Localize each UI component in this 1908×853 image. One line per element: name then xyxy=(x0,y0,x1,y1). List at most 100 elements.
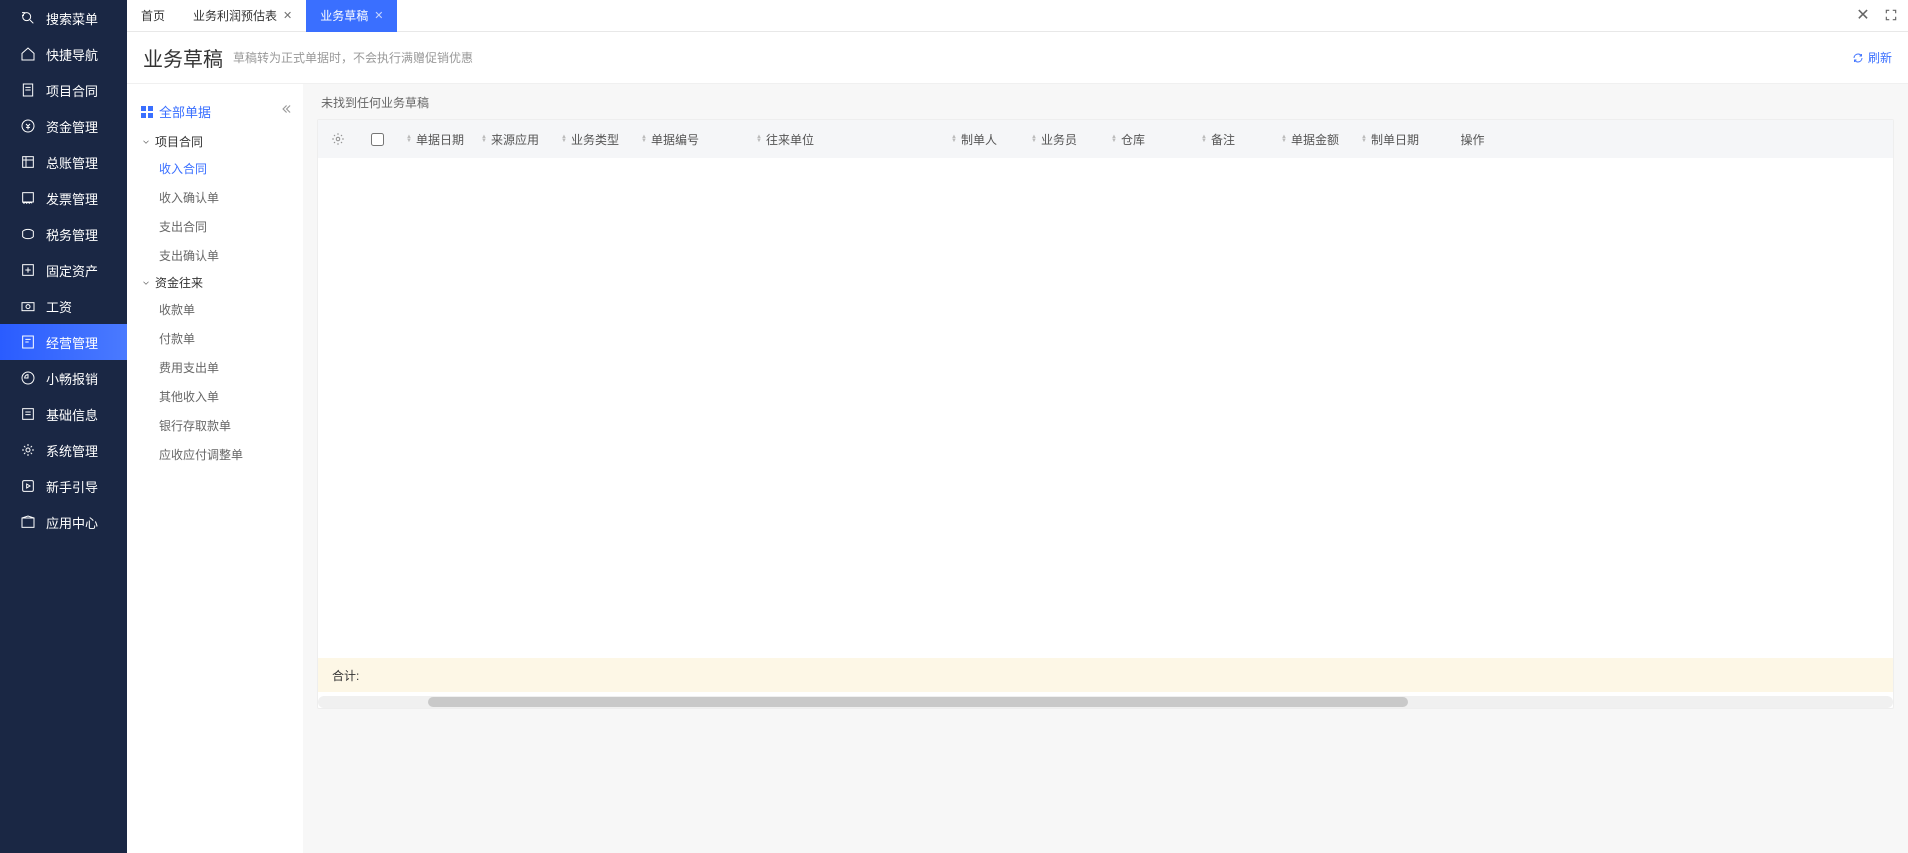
sidebar-item-business[interactable]: 经营管理 xyxy=(0,324,127,360)
tab-profit-estimate[interactable]: 业务利润预估表 ✕ xyxy=(179,0,306,32)
subnav-item-other-income[interactable]: 其他收入单 xyxy=(127,382,303,411)
sidebar-label: 新手引导 xyxy=(46,477,98,496)
sidebar-item-quicknav[interactable]: 快捷导航 xyxy=(0,36,127,72)
subnav-group-funds[interactable]: 资金往来 xyxy=(127,270,303,295)
col-make-date[interactable]: 制单日期 xyxy=(1353,120,1433,158)
sort-icon xyxy=(1201,135,1207,143)
sidebar-label: 资金管理 xyxy=(46,117,98,136)
sidebar: 搜索菜单 快捷导航 项目合同 资金管理 总账管理 发票管理 税务管理 固定资产 … xyxy=(0,0,127,853)
content-region: 未找到任何业务草稿 单据日期 来源应用 业务类型 单据编号 往来单位 制单人 业… xyxy=(303,84,1908,853)
sidebar-item-ledger[interactable]: 总账管理 xyxy=(0,144,127,180)
sidebar-label: 税务管理 xyxy=(46,225,98,244)
select-all-checkbox[interactable] xyxy=(358,120,398,158)
page-subtitle: 草稿转为正式单据时，不会执行满赠促销优惠 xyxy=(233,49,473,66)
sidebar-item-tax[interactable]: 税务管理 xyxy=(0,216,127,252)
sort-icon xyxy=(406,135,412,143)
close-all-icon[interactable]: ✕ xyxy=(1854,6,1872,24)
subnav-item-income-contract[interactable]: 收入合同 xyxy=(127,154,303,183)
col-sales[interactable]: 业务员 xyxy=(1023,120,1103,158)
chevron-down-icon xyxy=(141,137,151,147)
subnav-item-bank-transfer[interactable]: 银行存取款单 xyxy=(127,411,303,440)
col-doc-no[interactable]: 单据编号 xyxy=(633,120,748,158)
sidebar-label: 应用中心 xyxy=(46,513,98,532)
reimburse-icon xyxy=(20,370,36,386)
sidebar-item-asset[interactable]: 固定资产 xyxy=(0,252,127,288)
sidebar-label: 总账管理 xyxy=(46,153,98,172)
sidebar-item-baseinfo[interactable]: 基础信息 xyxy=(0,396,127,432)
apps-icon xyxy=(20,514,36,530)
col-date[interactable]: 单据日期 xyxy=(398,120,473,158)
sort-icon xyxy=(1031,135,1037,143)
col-biz-type[interactable]: 业务类型 xyxy=(553,120,633,158)
home-icon xyxy=(20,46,36,62)
collapse-panel-icon[interactable] xyxy=(277,100,295,118)
subnav-panel: 全部单据 项目合同 收入合同 收入确认单 支出合同 支出确认单 资金往来 收款单… xyxy=(127,84,303,853)
sort-icon xyxy=(481,135,487,143)
subnav-item-payment[interactable]: 付款单 xyxy=(127,324,303,353)
subnav-group-project-contract[interactable]: 项目合同 xyxy=(127,129,303,154)
sort-icon xyxy=(561,135,567,143)
close-icon[interactable]: ✕ xyxy=(283,9,292,22)
sidebar-item-guide[interactable]: 新手引导 xyxy=(0,468,127,504)
page-header: 业务草稿 草稿转为正式单据时，不会执行满赠促销优惠 刷新 xyxy=(127,32,1908,84)
sort-icon xyxy=(951,135,957,143)
sidebar-item-wage[interactable]: 工资 xyxy=(0,288,127,324)
subnav-item-expense-confirm[interactable]: 支出确认单 xyxy=(127,241,303,270)
fullscreen-icon[interactable] xyxy=(1882,6,1900,24)
tab-label: 业务草稿 xyxy=(320,7,368,24)
subnav-item-expense-voucher[interactable]: 费用支出单 xyxy=(127,353,303,382)
asset-icon xyxy=(20,262,36,278)
scrollbar-thumb[interactable] xyxy=(428,697,1408,707)
col-maker[interactable]: 制单人 xyxy=(943,120,1023,158)
footer-total-label: 合计: xyxy=(332,667,359,684)
subnav-item-receipt[interactable]: 收款单 xyxy=(127,295,303,324)
tab-home[interactable]: 首页 xyxy=(127,0,179,32)
sidebar-label: 发票管理 xyxy=(46,189,98,208)
sidebar-item-contract[interactable]: 项目合同 xyxy=(0,72,127,108)
sidebar-label: 小畅报销 xyxy=(46,369,98,388)
sidebar-item-reimburse[interactable]: 小畅报销 xyxy=(0,360,127,396)
sidebar-label: 基础信息 xyxy=(46,405,98,424)
sidebar-item-funds[interactable]: 资金管理 xyxy=(0,108,127,144)
biz-icon xyxy=(20,334,36,350)
column-settings-button[interactable] xyxy=(318,120,358,158)
col-remark[interactable]: 备注 xyxy=(1193,120,1273,158)
chevron-down-icon xyxy=(141,278,151,288)
close-icon[interactable]: ✕ xyxy=(374,9,383,22)
subnav-header-label: 全部单据 xyxy=(159,102,211,121)
sidebar-label: 工资 xyxy=(46,297,72,316)
sidebar-label: 搜索菜单 xyxy=(46,9,98,28)
tab-draft[interactable]: 业务草稿 ✕ xyxy=(306,0,397,32)
sidebar-item-search[interactable]: 搜索菜单 xyxy=(0,0,127,36)
subnav-item-expense-contract[interactable]: 支出合同 xyxy=(127,212,303,241)
col-actions: 操作 xyxy=(1433,120,1513,158)
col-party[interactable]: 往来单位 xyxy=(748,120,943,158)
tab-label: 业务利润预估表 xyxy=(193,7,277,24)
refresh-button[interactable]: 刷新 xyxy=(1852,49,1892,66)
sidebar-item-apps[interactable]: 应用中心 xyxy=(0,504,127,540)
subnav-item-income-confirm[interactable]: 收入确认单 xyxy=(127,183,303,212)
tab-label: 首页 xyxy=(141,7,165,24)
ledger-icon xyxy=(20,154,36,170)
sidebar-label: 快捷导航 xyxy=(46,45,98,64)
table-header: 单据日期 来源应用 业务类型 单据编号 往来单位 制单人 业务员 仓库 备注 单… xyxy=(318,120,1893,158)
horizontal-scrollbar[interactable] xyxy=(318,696,1893,708)
base-icon xyxy=(20,406,36,422)
sort-icon xyxy=(641,135,647,143)
subnav-group-label: 资金往来 xyxy=(155,274,203,291)
gear-icon xyxy=(20,442,36,458)
checkbox[interactable] xyxy=(371,133,384,146)
sidebar-label: 经营管理 xyxy=(46,333,98,352)
subnav-item-ar-ap-adjust[interactable]: 应收应付调整单 xyxy=(127,440,303,469)
invoice-icon xyxy=(20,190,36,206)
subnav-header[interactable]: 全部单据 xyxy=(127,94,303,129)
col-amount[interactable]: 单据金额 xyxy=(1273,120,1353,158)
sidebar-item-invoice[interactable]: 发票管理 xyxy=(0,180,127,216)
sort-icon xyxy=(756,135,762,143)
col-source-app[interactable]: 来源应用 xyxy=(473,120,553,158)
col-warehouse[interactable]: 仓库 xyxy=(1103,120,1193,158)
subnav-group-label: 项目合同 xyxy=(155,133,203,150)
sidebar-item-system[interactable]: 系统管理 xyxy=(0,432,127,468)
top-actions: ✕ xyxy=(1854,6,1900,24)
sidebar-label: 项目合同 xyxy=(46,81,98,100)
